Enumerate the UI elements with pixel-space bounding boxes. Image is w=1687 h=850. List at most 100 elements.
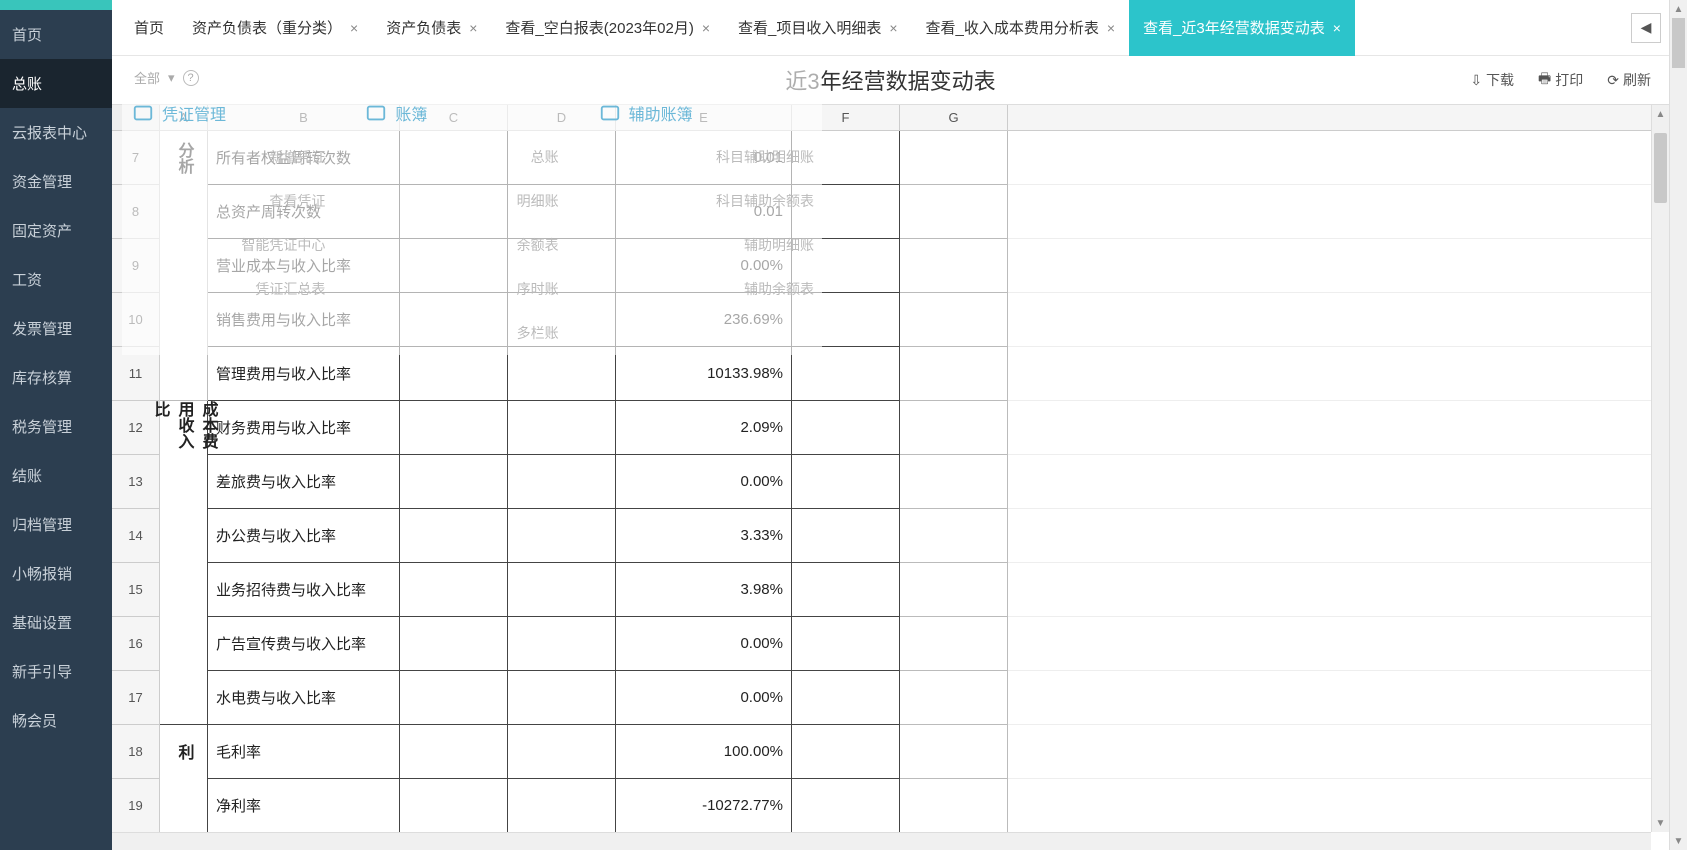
cell-group <box>160 293 208 347</box>
table-row[interactable]: 7分析所有者权益周转次数0.01 <box>112 131 1651 185</box>
table-row[interactable]: 16广告宣传费与收入比率0.00% <box>112 617 1651 671</box>
table-row[interactable]: 12成本费用收入比财务费用与收入比率2.09% <box>112 401 1651 455</box>
corner-cell[interactable] <box>112 105 160 130</box>
cell-group <box>160 455 208 509</box>
table-row[interactable]: 10销售费用与收入比率236.69% <box>112 293 1651 347</box>
scroll-thumb[interactable] <box>1654 133 1667 203</box>
cell-group <box>160 509 208 563</box>
sidebar-item-8[interactable]: 税务管理 <box>0 402 112 451</box>
scroll-up-icon[interactable]: ▲ <box>1652 105 1669 123</box>
cell-empty <box>900 725 1008 779</box>
col-header-c[interactable]: C <box>400 105 508 130</box>
cell-value: 236.69% <box>616 293 792 347</box>
col-header-f[interactable]: F <box>792 105 900 130</box>
cell-value: 0.00% <box>616 239 792 293</box>
close-icon[interactable]: × <box>350 20 358 36</box>
refresh-button[interactable]: ⟳刷新 <box>1607 68 1651 92</box>
sidebar-item-6[interactable]: 发票管理 <box>0 304 112 353</box>
cell-empty <box>792 131 900 185</box>
download-icon: ⇩ <box>1470 72 1482 89</box>
row-header[interactable]: 8 <box>112 185 160 239</box>
sidebar-item-14[interactable]: 畅会员 <box>0 696 112 745</box>
row-header[interactable]: 13 <box>112 455 160 509</box>
cell-value: 10133.98% <box>616 347 792 401</box>
tab-scroll-left-button[interactable]: ◀ <box>1631 13 1661 43</box>
col-header-d[interactable]: D <box>508 105 616 130</box>
sidebar-item-10[interactable]: 归档管理 <box>0 500 112 549</box>
sidebar-item-4[interactable]: 固定资产 <box>0 206 112 255</box>
scroll-down-icon[interactable]: ▼ <box>1652 814 1669 832</box>
sidebar-item-13[interactable]: 新手引导 <box>0 647 112 696</box>
tab-5[interactable]: 查看_收入成本费用分析表× <box>912 0 1130 56</box>
row-header[interactable]: 16 <box>112 617 160 671</box>
sidebar-item-7[interactable]: 库存核算 <box>0 353 112 402</box>
cell-empty <box>792 455 900 509</box>
row-header[interactable]: 14 <box>112 509 160 563</box>
sidebar-item-11[interactable]: 小畅报销 <box>0 549 112 598</box>
tab-0[interactable]: 首页 <box>120 0 178 56</box>
refresh-icon: ⟳ <box>1607 72 1619 89</box>
cell-empty <box>508 563 616 617</box>
col-header-g[interactable]: G <box>900 105 1008 130</box>
page-scroll-thumb[interactable] <box>1672 18 1685 68</box>
tab-2[interactable]: 资产负债表× <box>372 0 491 56</box>
sidebar-item-2[interactable]: 云报表中心 <box>0 108 112 157</box>
cell-empty <box>400 563 508 617</box>
spreadsheet[interactable]: A B C D E F G 7分析所有者权益周转次数0.018总资产周转次数0.… <box>112 104 1669 850</box>
table-row[interactable]: 19净利率-10272.77% <box>112 779 1651 832</box>
table-row[interactable]: 17水电费与收入比率0.00% <box>112 671 1651 725</box>
cell-empty <box>900 671 1008 725</box>
page-scroll-down-icon[interactable]: ▼ <box>1670 832 1687 850</box>
table-row[interactable]: 8总资产周转次数0.01 <box>112 185 1651 239</box>
close-icon[interactable]: × <box>702 20 710 36</box>
cell-empty <box>900 617 1008 671</box>
column-headers: A B C D E F G <box>112 105 1651 131</box>
table-row[interactable]: 15业务招待费与收入比率3.98% <box>112 563 1651 617</box>
sidebar-item-1[interactable]: 总账 <box>0 59 112 108</box>
row-header[interactable]: 19 <box>112 779 160 832</box>
row-header[interactable]: 11 <box>112 347 160 401</box>
tab-1[interactable]: 资产负债表（重分类）× <box>178 0 372 56</box>
row-header[interactable]: 15 <box>112 563 160 617</box>
cell-value: 0.00% <box>616 455 792 509</box>
cell-empty <box>400 293 508 347</box>
page-vertical-scrollbar[interactable]: ▲ ▼ <box>1669 0 1687 850</box>
row-header[interactable]: 9 <box>112 239 160 293</box>
cell-empty <box>400 401 508 455</box>
cell-empty <box>900 185 1008 239</box>
close-icon[interactable]: × <box>469 20 477 36</box>
sidebar-item-9[interactable]: 结账 <box>0 451 112 500</box>
col-header-a[interactable]: A <box>160 105 208 130</box>
sidebar-item-5[interactable]: 工资 <box>0 255 112 304</box>
table-row[interactable]: 11管理费用与收入比率10133.98% <box>112 347 1651 401</box>
table-row[interactable]: 9营业成本与收入比率0.00% <box>112 239 1651 293</box>
close-icon[interactable]: × <box>889 20 897 36</box>
sidebar-item-0[interactable]: 首页 <box>0 10 112 59</box>
row-header[interactable]: 7 <box>112 131 160 185</box>
cell-empty <box>400 131 508 185</box>
table-row[interactable]: 14办公费与收入比率3.33% <box>112 509 1651 563</box>
cell-empty <box>400 617 508 671</box>
sidebar-item-3[interactable]: 资金管理 <box>0 157 112 206</box>
row-header[interactable]: 17 <box>112 671 160 725</box>
row-header[interactable]: 18 <box>112 725 160 779</box>
sidebar-item-12[interactable]: 基础设置 <box>0 598 112 647</box>
print-button[interactable]: 🖶打印 <box>1538 68 1583 92</box>
cell-value: 2.09% <box>616 401 792 455</box>
page-scroll-up-icon[interactable]: ▲ <box>1670 0 1687 18</box>
tab-3[interactable]: 查看_空白报表(2023年02月)× <box>491 0 724 56</box>
col-header-e[interactable]: E <box>616 105 792 130</box>
cell-group: 利 <box>160 725 208 779</box>
download-button[interactable]: ⇩下载 <box>1470 68 1514 92</box>
close-icon[interactable]: × <box>1333 20 1341 36</box>
tab-6[interactable]: 查看_近3年经营数据变动表× <box>1129 0 1355 56</box>
sheet-vertical-scrollbar[interactable]: ▲ ▼ <box>1651 105 1669 832</box>
table-row[interactable]: 18利毛利率100.00% <box>112 725 1651 779</box>
row-header[interactable]: 10 <box>112 293 160 347</box>
close-icon[interactable]: × <box>1107 20 1115 36</box>
col-header-b[interactable]: B <box>208 105 400 130</box>
cell-empty <box>900 455 1008 509</box>
sheet-horizontal-scrollbar[interactable] <box>112 832 1651 850</box>
tab-4[interactable]: 查看_项目收入明细表× <box>724 0 912 56</box>
table-row[interactable]: 13差旅费与收入比率0.00% <box>112 455 1651 509</box>
